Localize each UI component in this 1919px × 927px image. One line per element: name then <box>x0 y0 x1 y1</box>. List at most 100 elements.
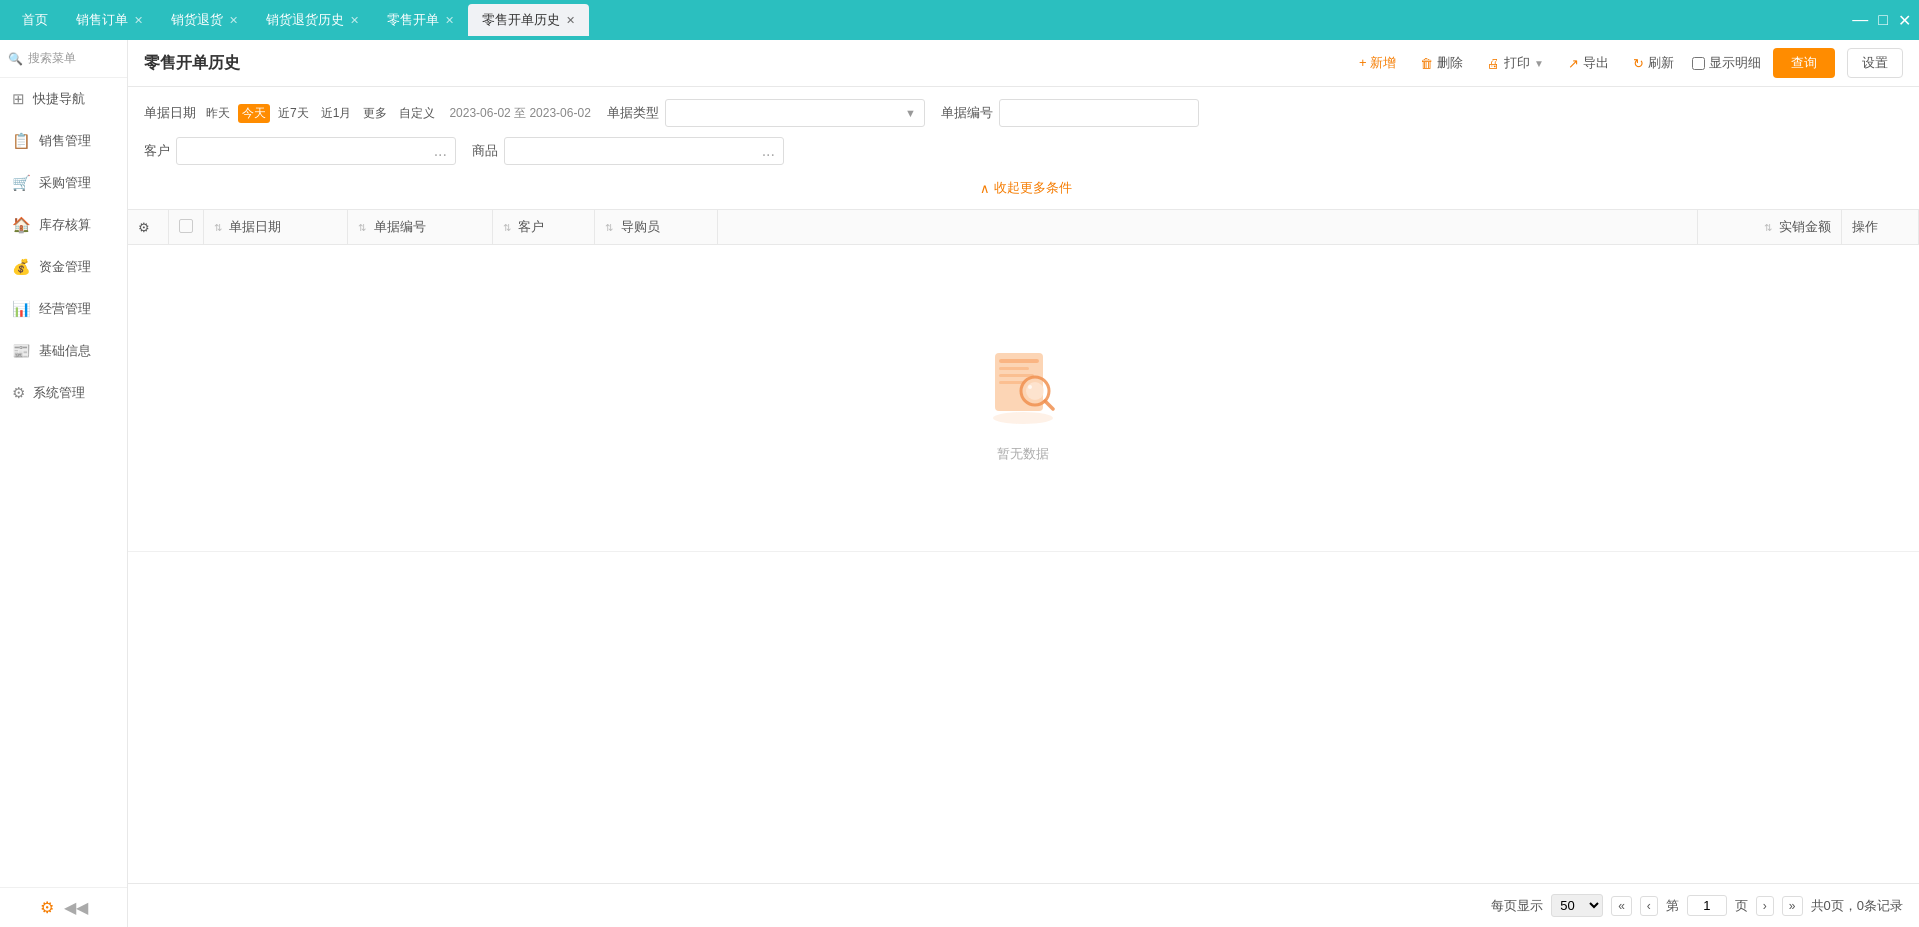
data-table: ⚙ ⇅ 单据日期 ⇅ 单据编号 <box>128 210 1919 552</box>
th-number[interactable]: ⇅ 单据编号 <box>348 210 493 245</box>
date-shortcuts: 昨天 今天 近7天 近1月 更多 自定义 <box>202 104 439 123</box>
settings-button[interactable]: 设置 <box>1847 48 1903 78</box>
next-page-btn[interactable]: › <box>1756 896 1774 916</box>
sidebar-item-sales-mgmt-label: 销售管理 <box>39 132 91 150</box>
shortcut-today[interactable]: 今天 <box>238 104 270 123</box>
tab-home[interactable]: 首页 <box>8 4 62 36</box>
page-number-input[interactable] <box>1687 895 1727 916</box>
shortcut-custom[interactable]: 自定义 <box>395 104 439 123</box>
table-settings-icon[interactable]: ⚙ <box>138 220 150 235</box>
empty-state: 暂无数据 <box>138 253 1909 543</box>
select-all-checkbox[interactable] <box>179 219 193 233</box>
sidebar-item-purchase-mgmt[interactable]: 🛒 采购管理 <box>0 162 127 204</box>
th-date[interactable]: ⇅ 单据日期 <box>203 210 348 245</box>
date-sort-icon[interactable]: ⇅ <box>214 222 222 233</box>
filter-number-field: 单据编号 <box>941 99 1199 127</box>
page-label-suffix: 页 <box>1735 897 1748 915</box>
tab-retail-open[interactable]: 零售开单 ✕ <box>373 4 468 36</box>
operations-icon: 📊 <box>12 300 31 318</box>
minimize-btn[interactable]: — <box>1852 11 1868 30</box>
svg-rect-2 <box>999 359 1039 363</box>
goods-ellipsis-btn[interactable]: ... <box>762 143 775 159</box>
sidebar-item-sales-mgmt[interactable]: 📋 销售管理 <box>0 120 127 162</box>
query-button[interactable]: 查询 <box>1773 48 1835 78</box>
maximize-btn[interactable]: □ <box>1878 11 1888 30</box>
sidebar-item-inventory[interactable]: 🏠 库存核算 <box>0 204 127 246</box>
add-button[interactable]: + 新增 <box>1353 50 1402 76</box>
th-spacer <box>718 210 1697 245</box>
customer-ellipsis-btn[interactable]: ... <box>434 143 447 159</box>
page-title: 零售开单历史 <box>144 53 240 74</box>
per-page-label: 每页显示 <box>1491 897 1543 915</box>
customer-sort-icon[interactable]: ⇅ <box>503 222 511 233</box>
shortcut-yesterday[interactable]: 昨天 <box>202 104 234 123</box>
first-page-btn[interactable]: « <box>1611 896 1632 916</box>
filter-goods-input[interactable]: ... <box>504 137 784 165</box>
print-button[interactable]: 🖨 打印 ▼ <box>1481 50 1550 76</box>
th-customer[interactable]: ⇅ 客户 <box>492 210 594 245</box>
sidebar-item-quick-nav[interactable]: ⊞ 快捷导航 <box>0 78 127 120</box>
filter-customer-input[interactable]: ... <box>176 137 456 165</box>
tab-sales-return-close[interactable]: ✕ <box>229 14 238 27</box>
quick-nav-icon: ⊞ <box>12 90 25 108</box>
tab-sales-return-history[interactable]: 销货退货历史 ✕ <box>252 4 373 36</box>
tab-sales-return[interactable]: 销货退货 ✕ <box>157 4 252 36</box>
close-btn[interactable]: ✕ <box>1898 11 1911 30</box>
print-dropdown-icon[interactable]: ▼ <box>1534 58 1544 69</box>
filter-number-input[interactable] <box>999 99 1199 127</box>
th-check[interactable] <box>168 210 203 245</box>
last-page-btn[interactable]: » <box>1782 896 1803 916</box>
sidebar-item-operations[interactable]: 📊 经营管理 <box>0 288 127 330</box>
pagination-bar: 每页显示 50 10 20 100 « ‹ 第 页 › » 共0页，0条记录 <box>128 883 1919 927</box>
guide-sort-icon[interactable]: ⇅ <box>605 222 613 233</box>
sidebar-search-inner[interactable]: 🔍 搜索菜单 <box>8 50 119 67</box>
filter-goods-field: 商品 ... <box>472 137 784 165</box>
sidebar-item-finance[interactable]: 💰 资金管理 <box>0 246 127 288</box>
th-settings[interactable]: ⚙ <box>128 210 168 245</box>
sidebar-item-sys-mgmt[interactable]: ⚙ 系统管理 <box>0 372 127 414</box>
toolbar: 零售开单历史 + 新增 🗑 删除 🖨 打印 ▼ ↗ 导出 ↻ <box>128 40 1919 87</box>
svg-rect-4 <box>999 374 1034 377</box>
tab-sales-order[interactable]: 销售订单 ✕ <box>62 4 157 36</box>
show-detail-input[interactable] <box>1692 57 1705 70</box>
empty-state-cell: 暂无数据 <box>128 245 1919 552</box>
collapse-bar[interactable]: ∧ 收起更多条件 <box>144 175 1903 197</box>
tab-sales-return-label: 销货退货 <box>171 11 223 29</box>
tab-sales-return-history-close[interactable]: ✕ <box>350 14 359 27</box>
svg-point-7 <box>1026 382 1044 400</box>
shortcut-7days[interactable]: 近7天 <box>274 104 313 123</box>
tab-retail-history-close[interactable]: ✕ <box>566 14 575 27</box>
filter-type-select[interactable]: ▼ <box>665 99 925 127</box>
export-button[interactable]: ↗ 导出 <box>1562 50 1615 76</box>
th-guide[interactable]: ⇅ 导购员 <box>594 210 717 245</box>
sidebar-settings-btn[interactable]: ⚙ <box>40 898 54 917</box>
show-detail-checkbox[interactable]: 显示明细 <box>1692 54 1761 72</box>
window-controls: — □ ✕ <box>1852 11 1911 30</box>
print-label: 打印 <box>1504 54 1530 72</box>
empty-illustration <box>973 333 1073 433</box>
sidebar-item-finance-label: 资金管理 <box>39 258 91 276</box>
tab-retail-history[interactable]: 零售开单历史 ✕ <box>468 4 589 36</box>
sidebar-item-base-info[interactable]: 📰 基础信息 <box>0 330 127 372</box>
shortcut-1month[interactable]: 近1月 <box>317 104 356 123</box>
number-sort-icon[interactable]: ⇅ <box>358 222 366 233</box>
sidebar-search-area[interactable]: 🔍 搜索菜单 <box>0 40 127 78</box>
delete-button[interactable]: 🗑 删除 <box>1414 50 1469 76</box>
sidebar-collapse-btn[interactable]: ◀◀ <box>64 898 88 917</box>
tab-retail-open-close[interactable]: ✕ <box>445 14 454 27</box>
refresh-button[interactable]: ↻ 刷新 <box>1627 50 1680 76</box>
per-page-select[interactable]: 50 10 20 100 <box>1551 894 1603 917</box>
filter-area: 单据日期 昨天 今天 近7天 近1月 更多 自定义 2023-06-02 至 2… <box>128 87 1919 210</box>
print-icon: 🖨 <box>1487 56 1500 71</box>
sys-mgmt-icon: ⚙ <box>12 384 25 402</box>
sidebar-item-base-info-label: 基础信息 <box>39 342 91 360</box>
shortcut-more[interactable]: 更多 <box>359 104 391 123</box>
total-info: 共0页，0条记录 <box>1811 897 1903 915</box>
th-amount[interactable]: ⇅ 实销金额 <box>1697 210 1842 245</box>
tab-sales-order-close[interactable]: ✕ <box>134 14 143 27</box>
amount-sort-icon[interactable]: ⇅ <box>1764 222 1772 233</box>
finance-icon: 💰 <box>12 258 31 276</box>
prev-page-btn[interactable]: ‹ <box>1640 896 1658 916</box>
sidebar-item-quick-nav-label: 快捷导航 <box>33 90 85 108</box>
sidebar-nav: ⊞ 快捷导航 📋 销售管理 🛒 采购管理 🏠 库存核算 💰 资金管理 📊 <box>0 78 127 887</box>
